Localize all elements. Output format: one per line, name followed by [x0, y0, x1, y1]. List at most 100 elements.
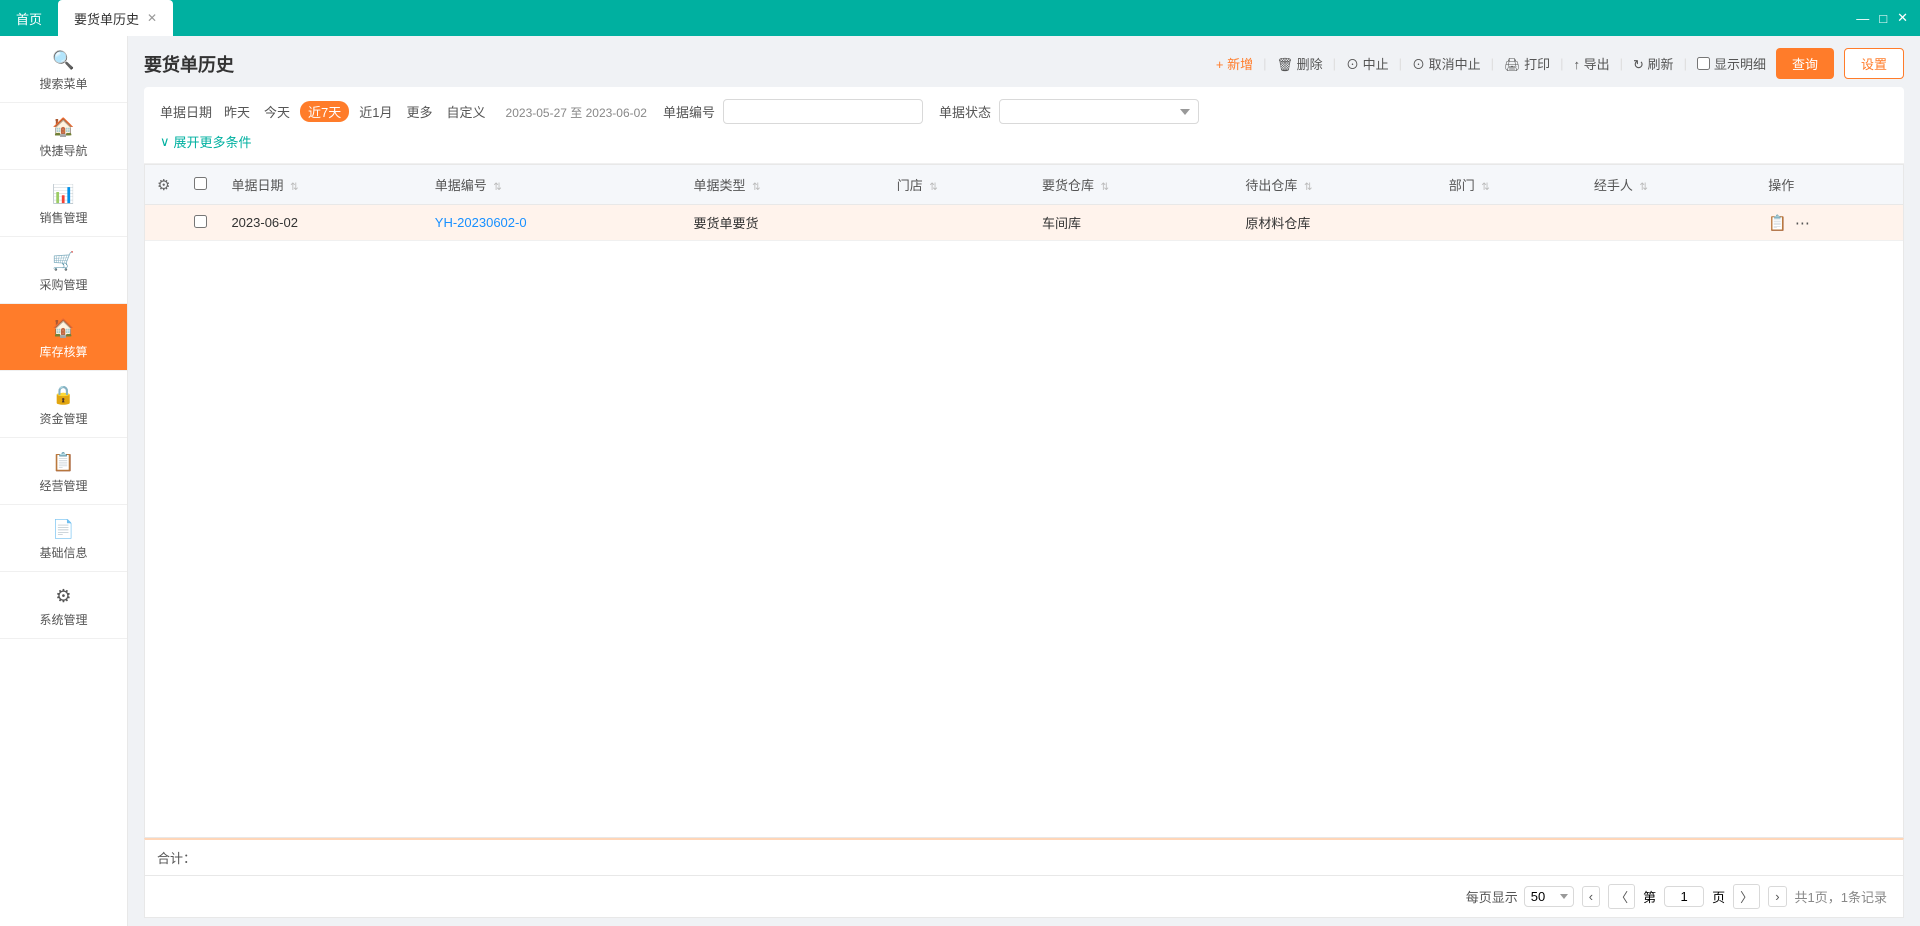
maximize-icon[interactable]: □ — [1879, 11, 1887, 26]
row-department — [1437, 205, 1582, 241]
print-button[interactable]: 🖨 打印 — [1504, 54, 1550, 73]
date-filter-group: 单据日期 昨天 今天 近7天 近1月 更多 自定义 — [160, 101, 490, 122]
last-page-btn[interactable]: › — [1768, 886, 1786, 907]
col-handler[interactable]: 经手人 ⇅ — [1582, 165, 1756, 205]
row-doc-number[interactable]: YH-20230602-0 — [423, 205, 682, 241]
export-button[interactable]: ↑ 导出 — [1574, 54, 1610, 73]
date-filter-label: 单据日期 — [160, 102, 212, 121]
col-pending-warehouse[interactable]: 待出仓库 ⇅ — [1233, 165, 1436, 205]
finance-icon: 🔒 — [52, 385, 74, 406]
new-button[interactable]: + 新增 — [1216, 54, 1253, 73]
page-info: 每页显示 50 20 100 200 — [1466, 886, 1574, 907]
sort-handler-icon: ⇅ — [1640, 182, 1648, 193]
stop-button[interactable]: ⊙ 中止 — [1346, 54, 1389, 73]
first-page-btn[interactable]: ‹ — [1582, 886, 1600, 907]
query-button[interactable]: 查询 — [1776, 48, 1834, 79]
doc-number-link[interactable]: YH-20230602-0 — [435, 215, 527, 230]
sort-req-warehouse-icon: ⇅ — [1101, 182, 1109, 193]
date-range-display: 2023-05-27 至 2023-06-02 — [506, 104, 647, 121]
sidebar-item-inventory[interactable]: 🏠 库存核算 — [0, 304, 127, 371]
display-toggle-checkbox[interactable] — [1697, 57, 1710, 70]
per-page-select[interactable]: 50 20 100 200 — [1524, 886, 1574, 907]
date-shortcut-custom[interactable]: 自定义 — [443, 101, 490, 122]
date-shortcut-more[interactable]: 更多 — [403, 101, 437, 122]
page-number-input[interactable] — [1664, 886, 1704, 907]
close-icon[interactable]: ✕ — [1897, 10, 1908, 26]
row-pending-warehouse: 原材料仓库 — [1233, 205, 1436, 241]
row-checkbox-cell — [182, 205, 219, 241]
content-area: 要货单历史 + 新增 | 🗑 删除 | ⊙ 中止 | ⊙ 取消中止 | 🖨 打印… — [128, 36, 1920, 926]
date-shortcut-today[interactable]: 今天 — [260, 101, 294, 122]
delete-button[interactable]: 🗑 删除 — [1276, 54, 1322, 73]
sort-pending-warehouse-icon: ⇅ — [1304, 182, 1312, 193]
more-action-icon[interactable]: ⋯ — [1795, 214, 1810, 232]
quick-nav-icon: 🏠 — [52, 117, 74, 138]
filter-bar: 单据日期 昨天 今天 近7天 近1月 更多 自定义 2023-05-27 至 2… — [144, 87, 1904, 164]
cancel-stop-button[interactable]: ⊙ 取消中止 — [1412, 54, 1481, 73]
sidebar-item-search-menu[interactable]: 🔍 搜索菜单 — [0, 36, 127, 103]
doc-status-select[interactable] — [999, 99, 1199, 124]
doc-status-filter-group: 单据状态 — [939, 99, 1199, 124]
header-actions: + 新增 | 🗑 删除 | ⊙ 中止 | ⊙ 取消中止 | 🖨 打印 | ↑ 导… — [1216, 48, 1904, 79]
select-all-checkbox[interactable] — [194, 177, 207, 190]
date-shortcut-7days[interactable]: 近7天 — [300, 101, 349, 122]
per-page-label: 每页显示 — [1466, 887, 1518, 906]
page-header: 要货单历史 + 新增 | 🗑 删除 | ⊙ 中止 | ⊙ 取消中止 | 🖨 打印… — [128, 36, 1920, 87]
search-menu-icon: 🔍 — [52, 50, 74, 71]
sort-doc-date-icon: ⇅ — [290, 182, 298, 193]
display-toggle[interactable]: 显示明细 — [1697, 54, 1766, 73]
setting-button[interactable]: 设置 — [1844, 48, 1904, 79]
inventory-icon: 🏠 — [52, 318, 74, 339]
row-doc-type: 要货单要货 — [681, 205, 884, 241]
page-title: 要货单历史 — [144, 51, 234, 77]
sidebar-item-system[interactable]: ⚙ 系统管理 — [0, 572, 127, 639]
page-label: 第 — [1643, 887, 1656, 906]
col-doc-type[interactable]: 单据类型 ⇅ — [681, 165, 884, 205]
col-settings[interactable]: ⚙ — [145, 165, 182, 205]
footer-total-label: 合计： — [157, 851, 196, 866]
sidebar-item-operations[interactable]: 📋 经营管理 — [0, 438, 127, 505]
date-shortcut-1month[interactable]: 近1月 — [355, 101, 396, 122]
col-req-warehouse[interactable]: 要货仓库 ⇅ — [1030, 165, 1233, 205]
table-actions: 📋 ⋯ — [1768, 214, 1891, 232]
row-req-warehouse: 车间库 — [1030, 205, 1233, 241]
doc-number-filter-group: 单据编号 — [663, 99, 923, 124]
doc-number-input[interactable] — [723, 99, 923, 124]
tab-requisition-history[interactable]: 要货单历史 ✕ — [58, 0, 173, 36]
sidebar-item-sales[interactable]: 📊 销售管理 — [0, 170, 127, 237]
prev-page-btn[interactable]: 〈 — [1608, 884, 1635, 909]
refresh-button[interactable]: ↻ 刷新 — [1633, 54, 1674, 73]
table-settings-icon[interactable]: ⚙ — [157, 177, 170, 194]
view-action-icon[interactable]: 📋 — [1768, 214, 1787, 232]
main-layout: 🔍 搜索菜单 🏠 快捷导航 📊 销售管理 🛒 采购管理 🏠 库存核算 🔒 资金管… — [0, 36, 1920, 926]
sort-department-icon: ⇅ — [1481, 182, 1489, 193]
next-page-btn[interactable]: 〉 — [1733, 884, 1760, 909]
operations-icon: 📋 — [52, 452, 74, 473]
col-doc-date[interactable]: 单据日期 ⇅ — [219, 165, 422, 205]
table-header-row: ⚙ 单据日期 ⇅ 单据编号 ⇅ 单据类型 ⇅ — [145, 165, 1903, 205]
minimize-icon[interactable]: — — [1856, 11, 1869, 26]
sidebar-item-finance[interactable]: 🔒 资金管理 — [0, 371, 127, 438]
tab-close-icon[interactable]: ✕ — [147, 11, 157, 25]
col-doc-number[interactable]: 单据编号 ⇅ — [423, 165, 682, 205]
doc-number-label: 单据编号 — [663, 102, 715, 121]
sidebar-item-purchase[interactable]: 🛒 采购管理 — [0, 237, 127, 304]
sort-doc-number-icon: ⇅ — [493, 182, 501, 193]
row-settings-cell — [145, 205, 182, 241]
col-department[interactable]: 部门 ⇅ — [1437, 165, 1582, 205]
expand-more-btn[interactable]: ∨ 展开更多条件 — [160, 132, 1888, 151]
row-checkbox[interactable] — [194, 215, 207, 228]
table-row: 2023-06-02 YH-20230602-0 要货单要货 车间库 原材料仓库 — [145, 205, 1903, 241]
window-controls: — □ ✕ — [1856, 10, 1920, 26]
sidebar-item-basic-info[interactable]: 📄 基础信息 — [0, 505, 127, 572]
date-shortcut-yesterday[interactable]: 昨天 — [220, 101, 254, 122]
pagination-bar: 每页显示 50 20 100 200 ‹ 〈 第 页 〉 › 共1页，1条记录 — [144, 876, 1904, 918]
row-store — [885, 205, 1030, 241]
tab-home[interactable]: 首页 — [0, 0, 58, 36]
table-footer: 合计： — [144, 838, 1904, 876]
sidebar-item-quick-nav[interactable]: 🏠 快捷导航 — [0, 103, 127, 170]
sales-icon: 📊 — [52, 184, 74, 205]
sort-store-icon: ⇅ — [929, 182, 937, 193]
row-operations: 📋 ⋯ — [1756, 205, 1903, 241]
col-store[interactable]: 门店 ⇅ — [885, 165, 1030, 205]
